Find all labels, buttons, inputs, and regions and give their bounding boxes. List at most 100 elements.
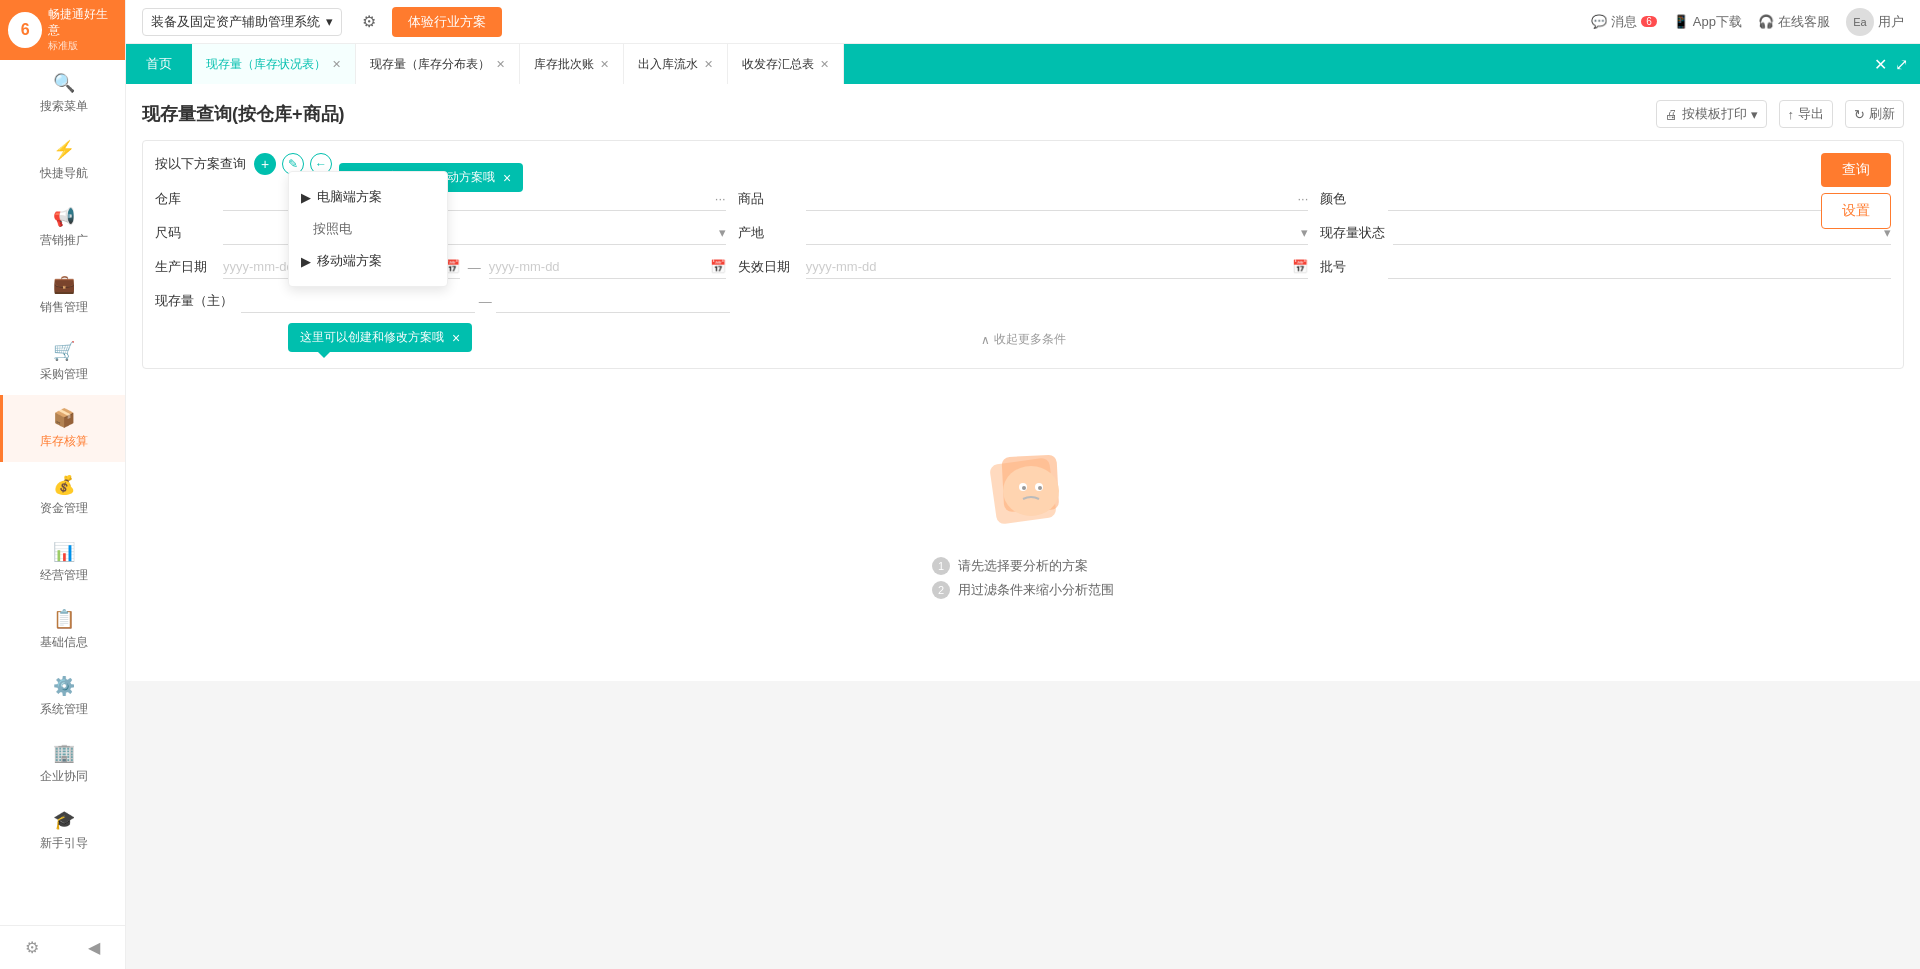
produce-date-label: 生产日期 xyxy=(155,258,215,276)
stock-qty-end[interactable] xyxy=(496,289,730,313)
tab-bar-end: ✕ ⤢ xyxy=(1874,55,1920,74)
gear-icon[interactable]: ⚙ xyxy=(362,12,376,31)
collapse-icon[interactable]: ◀ xyxy=(88,938,100,957)
scheme-sub-item-pc[interactable]: 按照电 xyxy=(289,214,447,244)
filter-field-batch: 批号 xyxy=(1320,255,1891,279)
sidebar-item-label: 经营管理 xyxy=(40,567,88,584)
tooltip-create-hint: 这里可以创建和修改方案哦 × xyxy=(288,323,472,352)
empty-illustration xyxy=(973,441,1073,541)
dropdown-arrow-icon: ··· xyxy=(715,191,726,206)
calendar-icon[interactable]: 📅 xyxy=(710,259,726,274)
search-button[interactable]: 查询 xyxy=(1821,153,1891,187)
guide-icon: 🎓 xyxy=(53,809,75,831)
sidebar-item-label: 库存核算 xyxy=(40,433,88,450)
sidebar-item-purchase[interactable]: 🛒 采购管理 xyxy=(0,328,125,395)
message-label: 消息 xyxy=(1611,13,1637,31)
tab-inout-flow[interactable]: 出入库流水 ✕ xyxy=(624,44,728,84)
tab-label: 现存量（库存状况表） xyxy=(206,56,326,73)
tooltip2-close-button[interactable]: × xyxy=(452,330,460,346)
tab-batch-account[interactable]: 库存批次账 ✕ xyxy=(520,44,624,84)
page-title-bar: 现存量查询(按仓库+商品) 🖨 按模板打印 ▾ ↑ 导出 ↻ 刷新 xyxy=(142,100,1904,128)
sidebar-item-sales[interactable]: 💼 销售管理 xyxy=(0,261,125,328)
tab-home-label: 首页 xyxy=(146,55,172,73)
tab-inventory-dist[interactable]: 现存量（库存分布表） ✕ xyxy=(356,44,520,84)
marketing-icon: 📢 xyxy=(53,206,75,228)
expire-date-start[interactable]: yyyy-mm-dd 📅 xyxy=(806,255,1309,279)
main-area: 装备及固定资产辅助管理系统 ▾ ⚙ 体验行业方案 💬 消息 6 📱 App下载 … xyxy=(126,0,1920,969)
batch-label: 批号 xyxy=(1320,258,1380,276)
settings-icon[interactable]: ⚙ xyxy=(25,938,39,957)
tab-collect-summary[interactable]: 收发存汇总表 ✕ xyxy=(728,44,844,84)
sidebar-item-basic[interactable]: 📋 基础信息 xyxy=(0,596,125,663)
refresh-icon: ↻ xyxy=(1854,107,1865,122)
refresh-button[interactable]: ↻ 刷新 xyxy=(1845,100,1904,128)
sidebar-item-label: 新手引导 xyxy=(40,835,88,852)
tab-label: 库存批次账 xyxy=(534,56,594,73)
svg-point-5 xyxy=(1022,486,1026,490)
stock-qty-label: 现存量（主） xyxy=(155,292,233,310)
goods-select[interactable]: ··· xyxy=(806,187,1309,211)
sidebar-item-enterprise[interactable]: 🏢 企业协同 xyxy=(0,730,125,797)
origin-select[interactable]: ▾ xyxy=(806,221,1309,245)
svg-point-6 xyxy=(1038,486,1042,490)
logo-text: 畅捷通好生意 xyxy=(48,7,117,38)
sidebar-item-guide[interactable]: 🎓 新手引导 xyxy=(0,797,125,864)
tip-num-2: 2 xyxy=(932,581,950,599)
close-all-icon[interactable]: ✕ xyxy=(1874,55,1887,74)
scheme-pc-item: 按照电 xyxy=(313,221,352,236)
online-support-button[interactable]: 🎧 在线客服 xyxy=(1758,13,1830,31)
page-actions: 🖨 按模板打印 ▾ ↑ 导出 ↻ 刷新 xyxy=(1656,100,1905,128)
tab-close-icon[interactable]: ✕ xyxy=(600,58,609,71)
scheme-item-mobile[interactable]: ▶ 移动端方案 xyxy=(289,244,447,278)
sidebar-item-label: 采购管理 xyxy=(40,366,88,383)
date-separator: — xyxy=(468,260,481,275)
tab-close-icon[interactable]: ✕ xyxy=(820,58,829,71)
app-download-button[interactable]: 📱 App下载 xyxy=(1673,13,1742,31)
tip-num-1: 1 xyxy=(932,557,950,575)
goods-label: 商品 xyxy=(738,190,798,208)
tooltip1-close-button[interactable]: × xyxy=(503,170,511,186)
scheme-item-pc[interactable]: ▶ 电脑端方案 xyxy=(289,180,447,214)
color-label: 颜色 xyxy=(1320,190,1380,208)
sidebar-item-quicknav[interactable]: ⚡ 快捷导航 xyxy=(0,127,125,194)
filter-field-goods: 商品 ··· xyxy=(738,187,1309,211)
filter-field-expire-date: 失效日期 yyyy-mm-dd 📅 xyxy=(738,255,1309,279)
tooltip2-text: 这里可以创建和修改方案哦 xyxy=(300,329,444,346)
sidebar-logo: 6 畅捷通好生意 标准版 xyxy=(0,0,125,60)
tab-close-icon[interactable]: ✕ xyxy=(704,58,713,71)
tab-label: 收发存汇总表 xyxy=(742,56,814,73)
sidebar-item-finance[interactable]: 💰 资金管理 xyxy=(0,462,125,529)
sidebar-item-search[interactable]: 🔍 搜索菜单 xyxy=(0,60,125,127)
batch-input[interactable] xyxy=(1388,255,1891,279)
sidebar-item-marketing[interactable]: 📢 营销推广 xyxy=(0,194,125,261)
fullscreen-icon[interactable]: ⤢ xyxy=(1895,55,1908,74)
reset-button[interactable]: 设置 xyxy=(1821,193,1891,229)
experience-button[interactable]: 体验行业方案 xyxy=(392,7,502,37)
sidebar-item-label: 基础信息 xyxy=(40,634,88,651)
sidebar-item-inventory[interactable]: 📦 库存核算 xyxy=(0,395,125,462)
filter-area: 按以下方案查询 + ✎ ← 电脑方案可设为移动方案哦 × xyxy=(142,140,1904,369)
print-button[interactable]: 🖨 按模板打印 ▾ xyxy=(1656,100,1767,128)
dropdown-arrow-icon: ▾ xyxy=(1301,225,1308,240)
filter-field-stock-status: 现存量状态 ▾ xyxy=(1320,221,1891,245)
tab-close-icon[interactable]: ✕ xyxy=(332,58,341,71)
message-button[interactable]: 💬 消息 6 xyxy=(1591,13,1657,31)
message-badge: 6 xyxy=(1641,16,1657,27)
produce-date-end[interactable]: yyyy-mm-dd 📅 xyxy=(489,255,726,279)
tab-home[interactable]: 首页 xyxy=(126,44,192,84)
sidebar-item-system[interactable]: ⚙️ 系统管理 xyxy=(0,663,125,730)
calendar-icon[interactable]: 📅 xyxy=(1292,259,1308,274)
tab-bar: 首页 现存量（库存状况表） ✕ 现存量（库存分布表） ✕ 库存批次账 ✕ 出入库… xyxy=(126,44,1920,84)
action-buttons: 查询 设置 xyxy=(1809,141,1903,241)
sidebar-item-operations[interactable]: 📊 经营管理 xyxy=(0,529,125,596)
add-scheme-button[interactable]: + xyxy=(254,153,276,175)
system-selector[interactable]: 装备及固定资产辅助管理系统 ▾ xyxy=(142,8,342,36)
stock-qty-range: — xyxy=(241,289,730,313)
scheme-pc-label: 电脑端方案 xyxy=(317,188,382,206)
filter-field-stock-qty: 现存量（主） — xyxy=(155,289,730,313)
export-button[interactable]: ↑ 导出 xyxy=(1779,100,1834,128)
stock-qty-start[interactable] xyxy=(241,289,475,313)
tab-close-icon[interactable]: ✕ xyxy=(496,58,505,71)
tab-inventory-status[interactable]: 现存量（库存状况表） ✕ xyxy=(192,44,356,84)
user-menu[interactable]: Ea 用户 xyxy=(1846,8,1904,36)
